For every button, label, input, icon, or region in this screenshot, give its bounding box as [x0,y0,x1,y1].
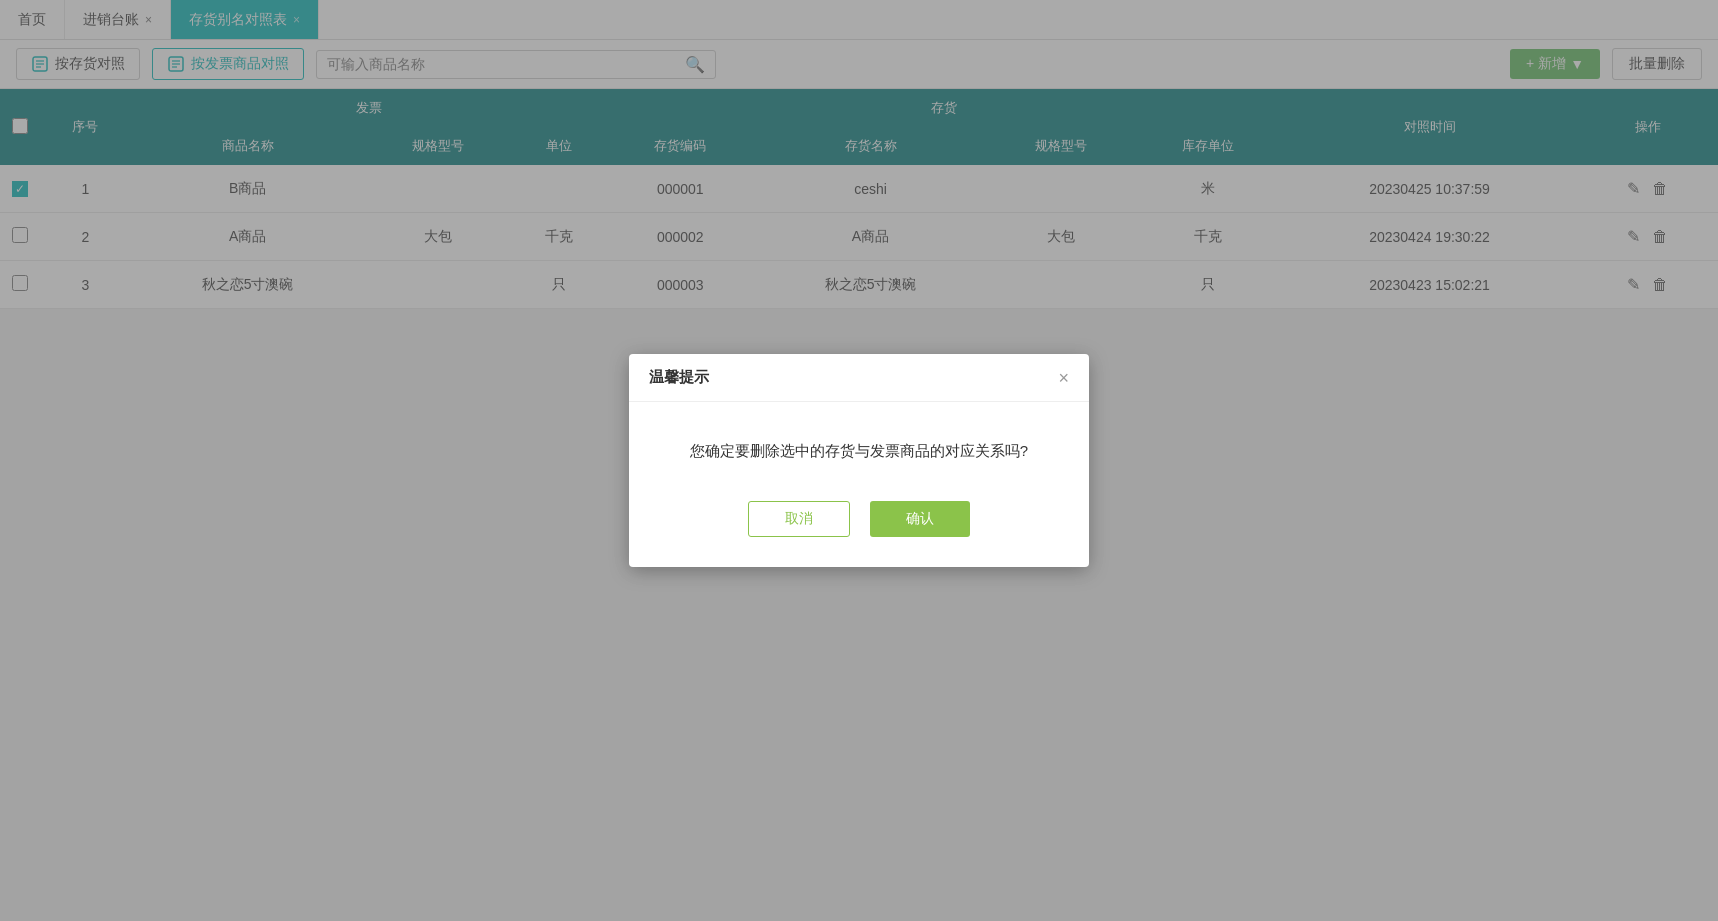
modal-overlay: 温馨提示 × 您确定要删除选中的存货与发票商品的对应关系吗? 取消 确认 [0,0,1718,309]
